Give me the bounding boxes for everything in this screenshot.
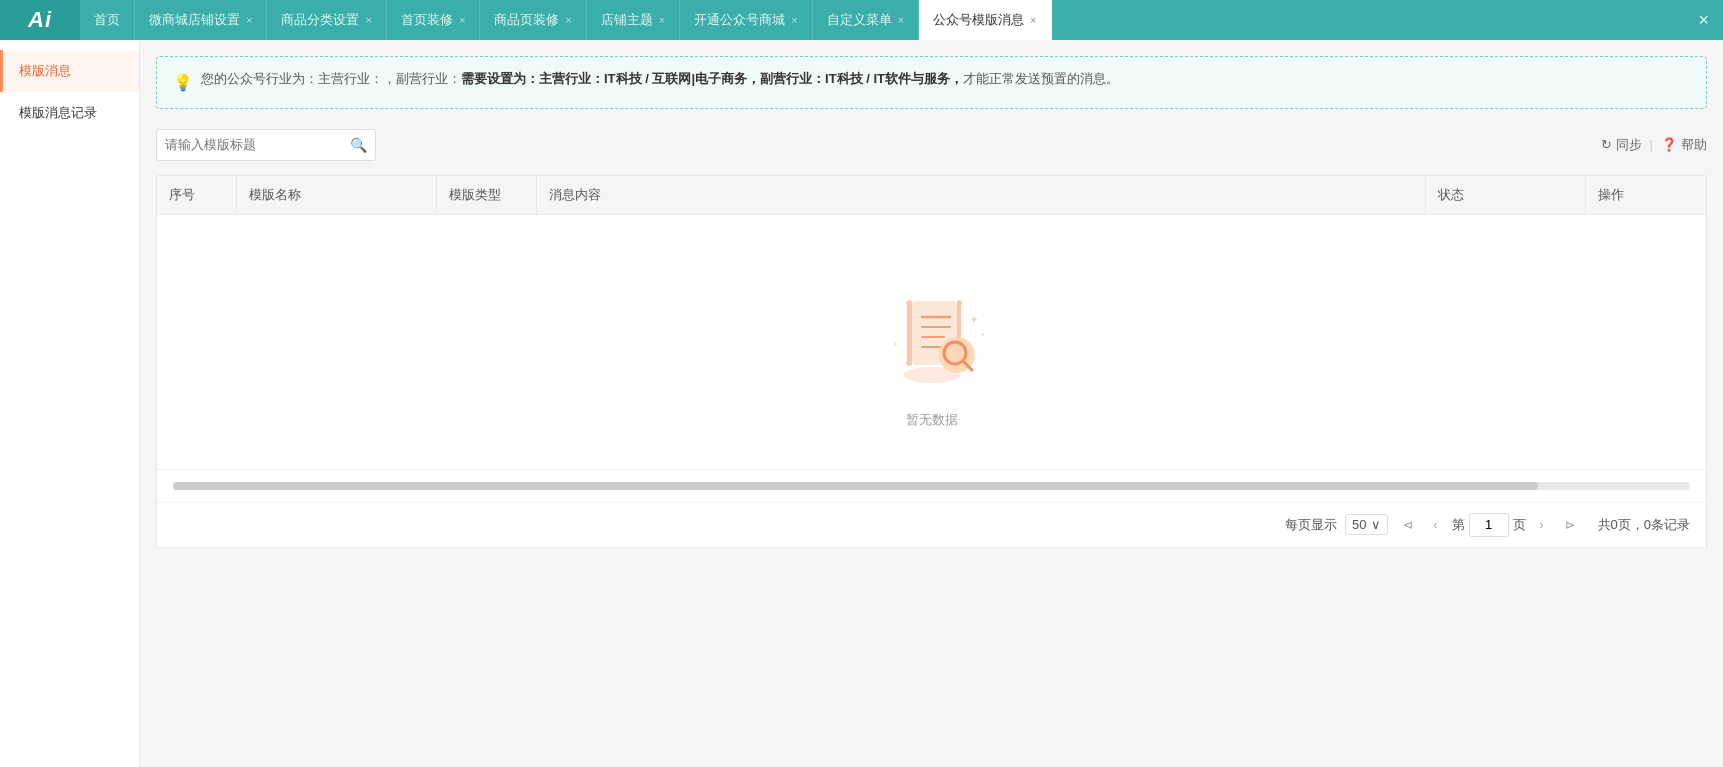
horizontal-scrollbar[interactable] <box>173 482 1690 490</box>
page-navigation: ⊲ ‹ 第 页 › ⊳ <box>1396 513 1582 537</box>
divider: | <box>1650 137 1653 152</box>
scrollbar-thumb <box>173 482 1538 490</box>
tab-item[interactable]: 首页 <box>80 0 135 40</box>
th-type: 模版类型 <box>437 176 537 214</box>
main-layout: 模版消息模版消息记录 💡 您的公众号行业为：主营行业：，副营行业：需要设置为：主… <box>0 40 1723 767</box>
th-no: 序号 <box>157 176 237 214</box>
prev-page-button[interactable]: ‹ <box>1424 513 1448 537</box>
app-logo: Ai <box>0 0 80 40</box>
page-number-input[interactable] <box>1469 513 1509 537</box>
tab-close-icon[interactable]: × <box>459 14 465 26</box>
sync-icon: ↻ <box>1601 137 1612 152</box>
table-header: 序号 模版名称 模版类型 消息内容 状态 操作 <box>157 176 1706 215</box>
tab-item[interactable]: 公众号模版消息× <box>919 0 1051 40</box>
th-content: 消息内容 <box>537 176 1426 214</box>
tab-item[interactable]: 首页装修× <box>387 0 480 40</box>
chevron-down-icon: ∨ <box>1371 517 1381 532</box>
th-action: 操作 <box>1586 176 1706 214</box>
tab-close-icon[interactable]: × <box>898 14 904 26</box>
help-icon: ❓ <box>1661 137 1677 152</box>
tab-close-icon[interactable]: × <box>565 14 571 26</box>
tab-bar: 首页微商城店铺设置×商品分类设置×首页装修×商品页装修×店铺主题×开通公众号商城… <box>80 0 1684 40</box>
empty-state: ✦ ✦ ✦ 暂无数据 <box>157 215 1706 469</box>
svg-text:✦: ✦ <box>970 314 978 325</box>
tab-close-icon[interactable]: × <box>365 14 371 26</box>
per-page-label: 每页显示 <box>1285 516 1337 534</box>
scrollbar-area <box>157 469 1706 502</box>
close-all-button[interactable]: × <box>1684 0 1723 40</box>
sidebar-item[interactable]: 模版消息记录 <box>0 92 139 134</box>
bulb-icon: 💡 <box>173 70 193 96</box>
pagination: 每页显示 50 ∨ ⊲ ‹ 第 页 › ⊳ 共0页，0条记录 <box>157 502 1706 547</box>
search-input-wrapper[interactable]: 🔍 <box>156 129 376 161</box>
next-page-button[interactable]: › <box>1530 513 1554 537</box>
top-navigation: Ai 首页微商城店铺设置×商品分类设置×首页装修×商品页装修×店铺主题×开通公众… <box>0 0 1723 40</box>
tab-close-icon[interactable]: × <box>659 14 665 26</box>
data-table: 序号 模版名称 模版类型 消息内容 状态 操作 <box>156 175 1707 548</box>
tab-close-icon[interactable]: × <box>246 14 252 26</box>
th-status: 状态 <box>1426 176 1586 214</box>
total-info: 共0页，0条记录 <box>1598 516 1690 534</box>
tab-item[interactable]: 微商城店铺设置× <box>135 0 267 40</box>
last-page-button[interactable]: ⊳ <box>1558 513 1582 537</box>
svg-text:✦: ✦ <box>892 340 899 349</box>
sync-button[interactable]: ↻ 同步 <box>1601 136 1642 154</box>
search-icon[interactable]: 🔍 <box>350 137 367 153</box>
notice-text: 您的公众号行业为：主营行业：，副营行业：需要设置为：主营行业：IT科技 / 互联… <box>201 69 1690 90</box>
tab-item[interactable]: 自定义菜单× <box>813 0 919 40</box>
tab-item[interactable]: 开通公众号商城× <box>680 0 812 40</box>
tab-close-icon[interactable]: × <box>1030 14 1036 26</box>
tab-item[interactable]: 店铺主题× <box>587 0 680 40</box>
page-input-wrapper: 第 页 <box>1452 513 1526 537</box>
sidebar-item[interactable]: 模版消息 <box>0 50 139 92</box>
help-button[interactable]: ❓ 帮助 <box>1661 136 1707 154</box>
first-page-button[interactable]: ⊲ <box>1396 513 1420 537</box>
tab-item[interactable]: 商品页装修× <box>480 0 586 40</box>
search-bar: 🔍 ↻ 同步 | ❓ 帮助 <box>156 129 1707 161</box>
sidebar: 模版消息模版消息记录 <box>0 40 140 767</box>
page-di-label: 第 <box>1452 516 1465 534</box>
search-input[interactable] <box>165 137 350 152</box>
empty-text: 暂无数据 <box>906 411 958 429</box>
empty-illustration: ✦ ✦ ✦ <box>872 275 992 395</box>
tab-close-icon[interactable]: × <box>791 14 797 26</box>
th-name: 模版名称 <box>237 176 437 214</box>
page-label: 页 <box>1513 516 1526 534</box>
content-area: 💡 您的公众号行业为：主营行业：，副营行业：需要设置为：主营行业：IT科技 / … <box>140 40 1723 767</box>
per-page-select[interactable]: 50 ∨ <box>1345 514 1387 535</box>
tab-item[interactable]: 商品分类设置× <box>267 0 386 40</box>
svg-text:✦: ✦ <box>980 331 986 338</box>
search-right-actions: ↻ 同步 | ❓ 帮助 <box>1601 136 1707 154</box>
per-page-value: 50 <box>1352 517 1366 532</box>
notice-box: 💡 您的公众号行业为：主营行业：，副营行业：需要设置为：主营行业：IT科技 / … <box>156 56 1707 109</box>
